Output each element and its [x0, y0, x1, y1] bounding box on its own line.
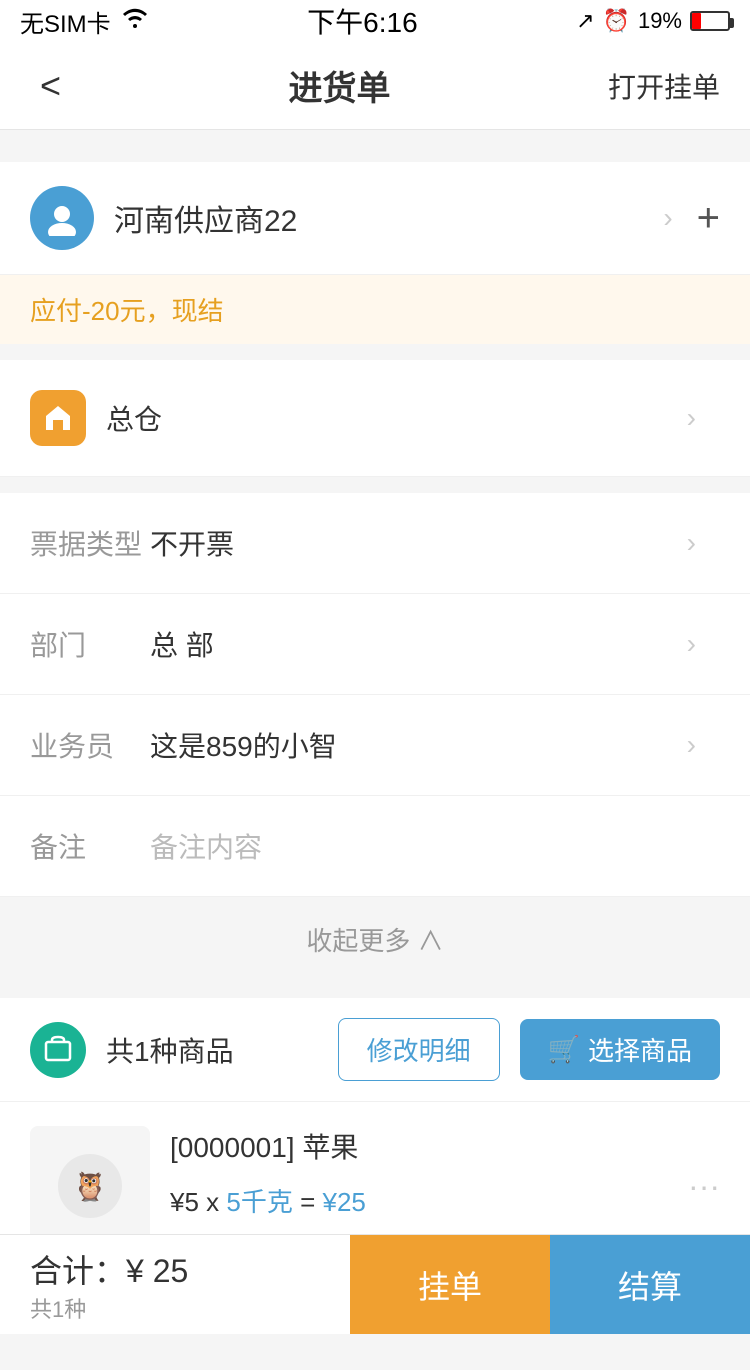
page-title: 进货单	[289, 61, 391, 110]
product-more-button[interactable]: ···	[688, 1168, 720, 1205]
wifi-icon	[121, 7, 149, 35]
edit-detail-button[interactable]: 修改明细	[338, 1018, 500, 1081]
cart-icon: 🛒	[548, 1034, 580, 1065]
warehouse-row[interactable]: 总仓 ›	[0, 360, 750, 477]
supplier-avatar	[30, 186, 94, 250]
ticket-type-chevron: ›	[687, 527, 696, 559]
department-value: 总 部	[150, 624, 687, 664]
location-icon: ↗	[576, 8, 594, 34]
add-supplier-button[interactable]: +	[697, 196, 720, 241]
department-label: 部门	[30, 624, 150, 664]
battery-percent: 19%	[638, 8, 682, 34]
bottom-bar: 合计：¥ 25 共1种 挂单 结算	[0, 1234, 750, 1334]
notice-bar: 应付-20元，现结	[0, 275, 750, 344]
status-left: 无SIM卡	[20, 4, 149, 39]
salesperson-value: 这是859的小智	[150, 725, 687, 765]
supplier-row[interactable]: 河南供应商22 › +	[0, 162, 750, 275]
warehouse-icon	[30, 390, 86, 446]
supplier-section: 河南供应商22 › + 应付-20元，现结	[0, 162, 750, 344]
department-row[interactable]: 部门 总 部 ›	[0, 594, 750, 695]
total-count: 共1种	[30, 1292, 350, 1324]
checkout-button[interactable]: 结算	[550, 1235, 750, 1334]
spacer-top	[0, 130, 750, 146]
ticket-type-value: 不开票	[150, 523, 687, 563]
product-unit-price: ¥5	[170, 1187, 199, 1217]
total-amount: 合计：¥ 25	[30, 1246, 350, 1292]
supplier-chevron-icon: ›	[663, 202, 672, 234]
department-chevron: ›	[687, 628, 696, 660]
carrier-text: 无SIM卡	[20, 4, 111, 39]
product-name: [0000001] 苹果	[170, 1126, 668, 1166]
products-header: 共1种商品 修改明细 🛒 选择商品	[0, 998, 750, 1101]
remark-label: 备注	[30, 826, 150, 866]
salesperson-row[interactable]: 业务员 这是859的小智 ›	[0, 695, 750, 796]
svg-text:🦉: 🦉	[73, 1171, 108, 1203]
product-code: [0000001]	[170, 1132, 295, 1163]
back-button[interactable]: <	[30, 55, 71, 117]
collapse-button[interactable]: 收起更多 ∧	[0, 897, 750, 982]
total-value: ¥ 25	[126, 1253, 188, 1289]
status-bar: 无SIM卡 下午6:16 ↗ ⏰ 19%	[0, 0, 750, 42]
supplier-name: 河南供应商22	[114, 196, 663, 240]
ticket-type-row[interactable]: 票据类型 不开票 ›	[0, 493, 750, 594]
alarm-icon: ⏰	[603, 8, 630, 34]
battery-icon	[690, 11, 730, 31]
warehouse-chevron-icon: ›	[687, 402, 696, 434]
products-count: 共1种商品	[106, 1030, 318, 1070]
nav-bar: < 进货单 打开挂单	[0, 42, 750, 130]
product-title: 苹果	[302, 1132, 358, 1163]
product-quantity: 5千克	[226, 1187, 292, 1217]
ticket-type-label: 票据类型	[30, 523, 150, 563]
remark-row[interactable]: 备注 备注内容	[0, 796, 750, 897]
status-right: ↗ ⏰ 19%	[576, 8, 730, 34]
status-time: 下午6:16	[307, 1, 418, 41]
warehouse-name: 总仓	[106, 398, 687, 438]
hang-button[interactable]: 挂单	[350, 1235, 550, 1334]
form-section: 票据类型 不开票 › 部门 总 部 › 业务员 这是859的小智 › 备注 备注…	[0, 493, 750, 897]
open-hang-button[interactable]: 打开挂单	[608, 66, 720, 106]
spacer-products	[0, 982, 750, 998]
product-thumbnail: 🦉	[30, 1126, 150, 1246]
warehouse-section: 总仓 ›	[0, 360, 750, 477]
products-icon	[30, 1022, 86, 1078]
product-equals: =	[300, 1187, 322, 1217]
total-label: 合计：	[30, 1253, 126, 1289]
product-multiply: x	[206, 1187, 226, 1217]
bottom-total: 合计：¥ 25 共1种	[0, 1235, 350, 1334]
select-product-button[interactable]: 🛒 选择商品	[520, 1019, 720, 1080]
salesperson-chevron: ›	[687, 729, 696, 761]
remark-value[interactable]: 备注内容	[150, 826, 720, 866]
product-info: [0000001] 苹果 ¥5 x 5千克 = ¥25	[170, 1126, 668, 1219]
product-total: ¥25	[323, 1187, 366, 1217]
product-price-row: ¥5 x 5千克 = ¥25	[170, 1182, 668, 1219]
salesperson-label: 业务员	[30, 725, 150, 765]
